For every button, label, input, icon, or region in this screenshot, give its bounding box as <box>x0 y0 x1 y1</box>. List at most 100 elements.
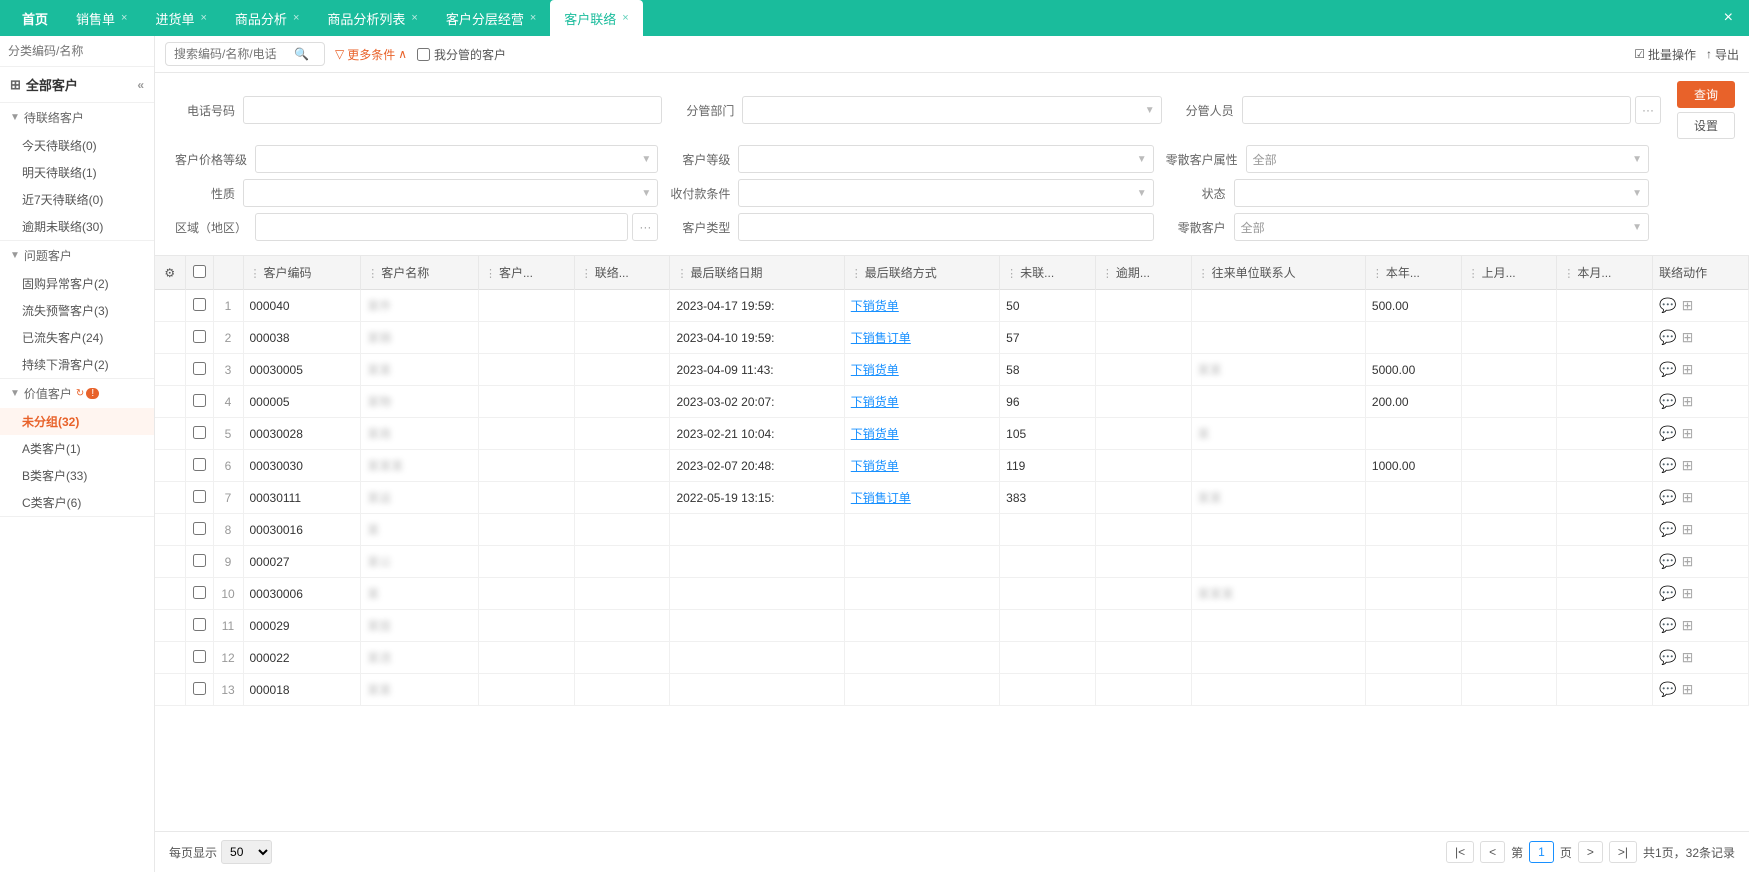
filter-input-phone[interactable] <box>243 96 662 124</box>
search-icon[interactable]: 🔍 <box>294 47 309 61</box>
cell-checkbox-4[interactable] <box>185 418 213 450</box>
tab-purchase[interactable]: 进货单 × <box>141 0 220 36</box>
row-checkbox-0[interactable] <box>193 298 206 311</box>
row-checkbox-10[interactable] <box>193 618 206 631</box>
row-checkbox-3[interactable] <box>193 394 206 407</box>
tab-product-analysis-close[interactable]: × <box>293 12 299 24</box>
action-message-icon-3[interactable]: 💬 <box>1659 393 1676 410</box>
action-message-icon-8[interactable]: 💬 <box>1659 553 1676 570</box>
row-checkbox-4[interactable] <box>193 426 206 439</box>
cell-checkbox-8[interactable] <box>185 546 213 578</box>
action-message-icon-5[interactable]: 💬 <box>1659 457 1676 474</box>
action-message-icon-2[interactable]: 💬 <box>1659 361 1676 378</box>
action-message-icon-4[interactable]: 💬 <box>1659 425 1676 442</box>
filter-select-region[interactable] <box>255 213 628 241</box>
action-message-icon-7[interactable]: 💬 <box>1659 521 1676 538</box>
action-grid-icon-12[interactable]: ⊞ <box>1682 681 1694 698</box>
row-checkbox-5[interactable] <box>193 458 206 471</box>
page-first-btn[interactable]: |< <box>1446 841 1474 863</box>
sidebar-item-class-b[interactable]: B类客户(33) <box>0 462 154 489</box>
row-checkbox-1[interactable] <box>193 330 206 343</box>
tab-purchase-close[interactable]: × <box>200 12 206 24</box>
cell-checkbox-9[interactable] <box>185 578 213 610</box>
current-page-input[interactable]: 1 <box>1529 841 1554 863</box>
export-btn[interactable]: ↑ 导出 <box>1706 46 1739 63</box>
cell-checkbox-11[interactable] <box>185 642 213 674</box>
th-gear[interactable]: ⚙ <box>155 256 185 290</box>
action-message-icon-10[interactable]: 💬 <box>1659 617 1676 634</box>
row-checkbox-12[interactable] <box>193 682 206 695</box>
filter-select-price-level[interactable]: ▼ <box>255 145 658 173</box>
cell-checkbox-0[interactable] <box>185 290 213 322</box>
action-grid-icon-8[interactable]: ⊞ <box>1682 553 1694 570</box>
more-conditions-btn[interactable]: ▽ 更多条件 ∧ <box>335 46 407 63</box>
filter-select-sparse-customer[interactable]: 全部 ▼ <box>1234 213 1649 241</box>
action-grid-icon-11[interactable]: ⊞ <box>1682 649 1694 666</box>
sidebar-item-class-a[interactable]: A类客户(1) <box>0 435 154 462</box>
reset-button[interactable]: 设置 <box>1677 112 1735 139</box>
tab-customer-segment[interactable]: 客户分层经营 × <box>432 0 550 36</box>
cell-last-contact-way-6[interactable]: 下销售订单 <box>844 482 999 514</box>
tab-customer-contact[interactable]: 客户联络 × <box>550 0 642 36</box>
action-grid-icon-0[interactable]: ⊞ <box>1682 297 1694 314</box>
filter-select-sparse-attr[interactable]: 全部 ▼ <box>1246 145 1649 173</box>
cell-last-contact-way-3[interactable]: 下销货单 <box>844 386 999 418</box>
action-message-icon-6[interactable]: 💬 <box>1659 489 1676 506</box>
sidebar-collapse-btn[interactable]: « <box>137 78 144 92</box>
sidebar-search-input[interactable] <box>8 44 155 58</box>
cell-last-contact-way-1[interactable]: 下销售订单 <box>844 322 999 354</box>
action-grid-icon-5[interactable]: ⊞ <box>1682 457 1694 474</box>
per-page-select-input[interactable]: 50 100 200 <box>221 840 272 864</box>
page-last-btn[interactable]: >| <box>1609 841 1637 863</box>
cell-checkbox-5[interactable] <box>185 450 213 482</box>
cell-last-contact-way-0[interactable]: 下销货单 <box>844 290 999 322</box>
sidebar-item-churned[interactable]: 已流失客户(24) <box>0 324 154 351</box>
sidebar-item-today[interactable]: 今天待联络(0) <box>0 132 154 159</box>
sidebar-item-overdue[interactable]: 逾期未联络(30) <box>0 213 154 240</box>
page-next-btn[interactable]: > <box>1578 841 1603 863</box>
filter-select-nature[interactable]: ▼ <box>243 179 658 207</box>
sidebar-section-pending-title[interactable]: ▼ 待联络客户 <box>0 103 154 132</box>
action-grid-icon-10[interactable]: ⊞ <box>1682 617 1694 634</box>
row-checkbox-7[interactable] <box>193 522 206 535</box>
row-checkbox-2[interactable] <box>193 362 206 375</box>
sidebar-item-unclassified[interactable]: 未分组(32) <box>0 408 154 435</box>
action-grid-icon-1[interactable]: ⊞ <box>1682 329 1694 346</box>
sidebar-item-abnormal[interactable]: 固购异常客户(2) <box>0 270 154 297</box>
cell-checkbox-1[interactable] <box>185 322 213 354</box>
action-message-icon-1[interactable]: 💬 <box>1659 329 1676 346</box>
filter-select-customer-type[interactable] <box>738 213 1153 241</box>
value-refresh-icon[interactable]: ↻ <box>76 388 84 399</box>
filter-select-status[interactable]: ▼ <box>1234 179 1649 207</box>
cell-last-contact-way-4[interactable]: 下销货单 <box>844 418 999 450</box>
cell-checkbox-3[interactable] <box>185 386 213 418</box>
cell-last-contact-way-5[interactable]: 下销货单 <box>844 450 999 482</box>
sidebar-all-customers[interactable]: ⊞ 全部客户 « <box>0 67 154 103</box>
action-message-icon-0[interactable]: 💬 <box>1659 297 1676 314</box>
my-customers-filter[interactable]: 我分管的客户 <box>417 46 506 63</box>
tab-product-analysis-list-close[interactable]: × <box>411 12 417 24</box>
th-checkbox[interactable] <box>185 256 213 290</box>
my-customers-checkbox[interactable] <box>417 48 430 61</box>
sidebar-item-tomorrow[interactable]: 明天待联络(1) <box>0 159 154 186</box>
tab-customer-segment-close[interactable]: × <box>530 12 536 24</box>
filter-select-customer-level[interactable]: ▼ <box>738 145 1153 173</box>
sidebar-item-class-c[interactable]: C类客户(6) <box>0 489 154 516</box>
page-prev-btn[interactable]: < <box>1480 841 1505 863</box>
sidebar-item-7days[interactable]: 近7天待联络(0) <box>0 186 154 213</box>
sidebar-section-problem-title[interactable]: ▼ 问题客户 <box>0 241 154 270</box>
action-grid-icon-2[interactable]: ⊞ <box>1682 361 1694 378</box>
search-input[interactable] <box>174 47 294 61</box>
cell-checkbox-10[interactable] <box>185 610 213 642</box>
query-button[interactable]: 查询 <box>1677 81 1735 108</box>
cell-checkbox-2[interactable] <box>185 354 213 386</box>
action-grid-icon-3[interactable]: ⊞ <box>1682 393 1694 410</box>
sidebar-item-declining[interactable]: 持续下滑客户(2) <box>0 351 154 378</box>
action-message-icon-9[interactable]: 💬 <box>1659 585 1676 602</box>
tab-product-analysis-list[interactable]: 商品分析列表 × <box>313 0 431 36</box>
action-grid-icon-6[interactable]: ⊞ <box>1682 489 1694 506</box>
tab-sales-close[interactable]: × <box>121 12 127 24</box>
select-all-checkbox[interactable] <box>193 265 206 278</box>
batch-operation-btn[interactable]: ☑ 批量操作 <box>1634 46 1696 63</box>
sidebar-section-value-title[interactable]: ▼ 价值客户 ↻ ! <box>0 379 154 408</box>
